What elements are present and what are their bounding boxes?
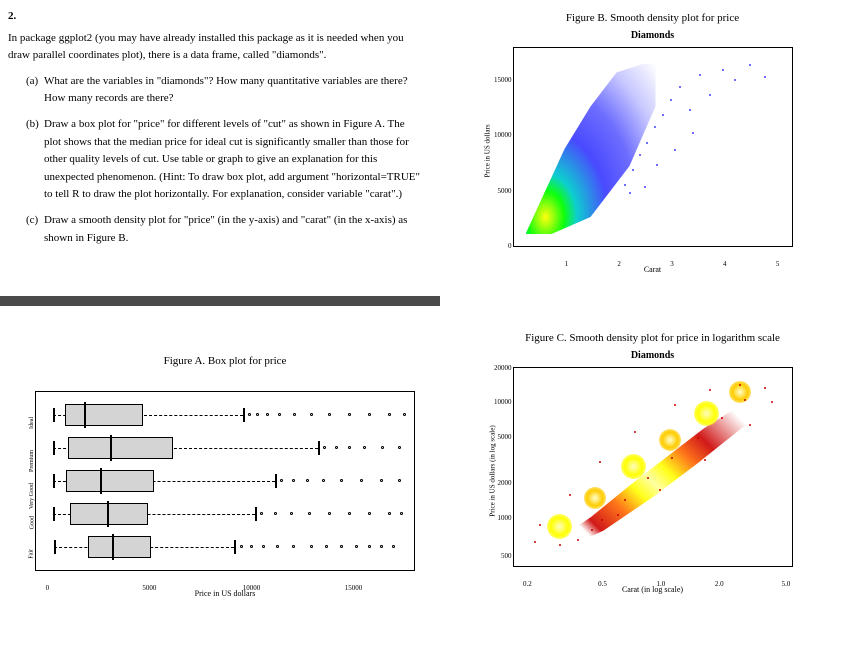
question-intro: In package ggplot2 (you may have already… <box>8 30 423 65</box>
figure-a-block: Figure A. Box plot for price Quality of … <box>15 355 435 599</box>
question-text-block: 2. In package ggplot2 (you may have alre… <box>8 8 433 255</box>
figure-c-y-ticks: 500 1000 2000 5000 10000 20000 <box>490 368 512 566</box>
figure-a-plot-area: Ideal Premium Very Good Good Fair <box>35 391 415 571</box>
figure-b-title: Diamonds <box>450 30 855 41</box>
sparse-points <box>614 56 784 206</box>
figure-a-caption: Figure A. Box plot for price <box>15 355 435 367</box>
item-text: Draw a smooth density plot for "price" (… <box>44 214 407 244</box>
item-label: (c) <box>26 212 38 230</box>
box-good <box>48 501 402 527</box>
figure-c-title: Diamonds <box>450 350 855 361</box>
figure-a-y-labels: Ideal Premium Very Good Good Fair <box>0 392 34 570</box>
figure-b-caption: Figure B. Smooth density plot for price <box>450 12 855 24</box>
item-label: (a) <box>26 73 38 91</box>
figure-c-caption: Figure C. Smooth density plot for price … <box>450 332 855 344</box>
box-verygood <box>48 468 402 494</box>
figure-c-plot-area: 500 1000 2000 5000 10000 20000 0.2 0.5 1… <box>513 367 793 567</box>
figure-b-y-ticks: 0 5000 10000 15000 <box>490 48 512 246</box>
question-item-a: (a) What are the variables in "diamonds"… <box>26 73 423 108</box>
log-density-cloud <box>529 381 779 551</box>
item-text: Draw a box plot for "price" for differen… <box>44 118 420 200</box>
horizontal-divider <box>0 296 440 306</box>
item-text: What are the variables in "diamonds"? Ho… <box>44 75 408 105</box>
figure-b-xlabel: Carat <box>513 265 793 274</box>
question-item-b: (b) Draw a box plot for "price" for diff… <box>26 116 423 204</box>
figure-b-plot-area: 0 5000 10000 15000 1 2 3 4 5 <box>513 47 793 247</box>
figure-c-xlabel: Carat (in log scale) <box>513 585 793 594</box>
question-number: 2. <box>8 8 423 26</box>
figure-c-block: Figure C. Smooth density plot for price … <box>450 332 855 595</box>
box-ideal <box>48 402 402 428</box>
question-item-c: (c) Draw a smooth density plot for "pric… <box>26 212 423 247</box>
box-fair <box>48 534 402 560</box>
item-label: (b) <box>26 116 39 134</box>
box-premium <box>48 435 402 461</box>
figure-b-block: Figure B. Smooth density plot for price … <box>450 12 855 275</box>
